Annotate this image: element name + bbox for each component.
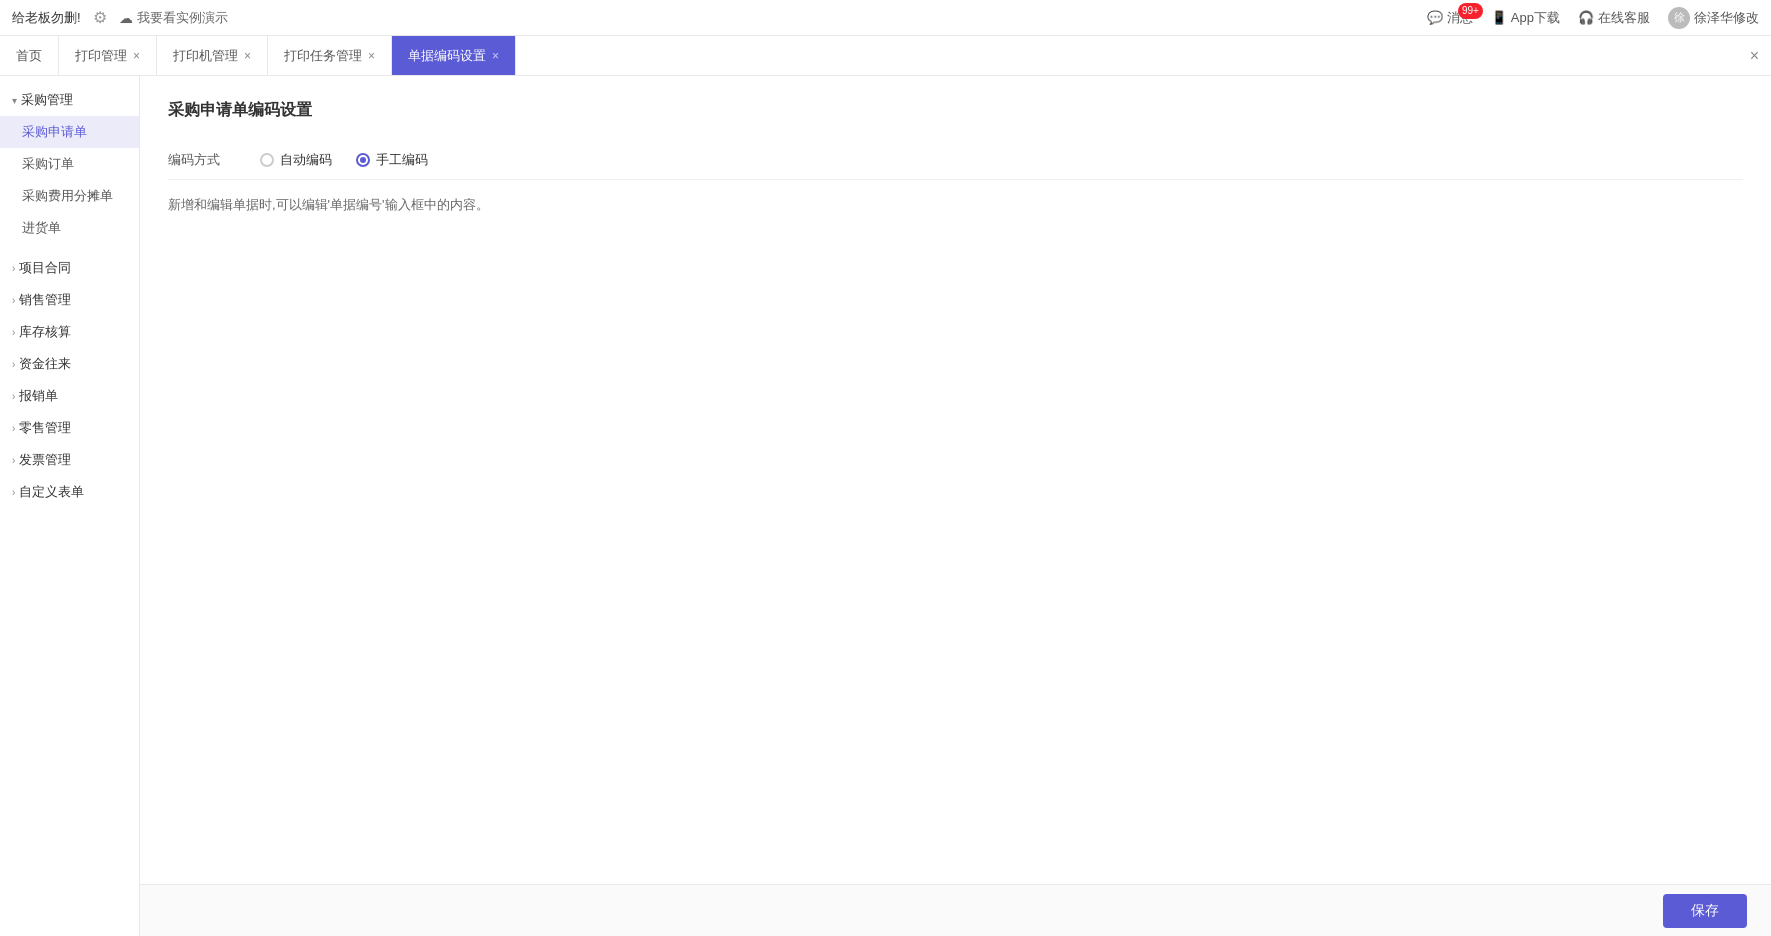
tab-bar: 首页 打印管理 × 打印机管理 × 打印任务管理 × 单据编码设置 × × [0, 36, 1771, 76]
tab-print-task-close[interactable]: × [368, 49, 375, 63]
app-title: 给老板勿删! [12, 9, 81, 27]
chevron-right-icon: › [12, 423, 15, 434]
radio-auto-circle [260, 153, 274, 167]
chevron-down-icon: ▾ [12, 95, 17, 106]
sidebar-group-capital-label: 资金往来 [19, 355, 71, 373]
sidebar-item-stock-in[interactable]: 进货单 [0, 212, 139, 244]
demo-link[interactable]: ☁ 我要看实例演示 [119, 9, 228, 27]
save-button[interactable]: 保存 [1663, 894, 1747, 928]
tab-end-close[interactable]: × [1750, 36, 1771, 75]
sidebar-group-return-label: 报销单 [19, 387, 58, 405]
sidebar-group-inventory-label: 库存核算 [19, 323, 71, 341]
footer-bar: 保存 [140, 884, 1771, 936]
settings-icon[interactable]: ⚙ [93, 8, 107, 27]
sidebar-group-capital[interactable]: › 资金往来 [0, 348, 139, 380]
sidebar-item-purchase-expense-label: 采购费用分摊单 [22, 188, 113, 203]
chevron-right-icon: › [12, 391, 15, 402]
tab-single-code-settings-label: 单据编码设置 [408, 47, 486, 65]
user-name: 徐泽华修改 [1694, 9, 1759, 27]
content-area: 采购申请单编码设置 编码方式 自动编码 手工编码 新增和编辑单据时,可以编辑'单… [140, 76, 1771, 936]
cloud-icon: ☁ [119, 10, 133, 26]
message-button[interactable]: 💬 消息 99+ [1427, 9, 1473, 27]
tab-print-task-label: 打印任务管理 [284, 47, 362, 65]
radio-manual-circle [356, 153, 370, 167]
tab-print-manage-close[interactable]: × [133, 49, 140, 63]
tab-print-task[interactable]: 打印任务管理 × [268, 36, 392, 75]
content-inner: 采购申请单编码设置 编码方式 自动编码 手工编码 新增和编辑单据时,可以编辑'单… [140, 76, 1771, 884]
page-title: 采购申请单编码设置 [168, 100, 1743, 121]
sidebar-item-purchase-request[interactable]: 采购申请单 [0, 116, 139, 148]
tab-single-code-settings[interactable]: 单据编码设置 × [392, 36, 516, 75]
sidebar-group-invoice-label: 发票管理 [19, 451, 71, 469]
tab-home-label: 首页 [16, 47, 42, 65]
radio-auto-label: 自动编码 [280, 151, 332, 169]
radio-auto-encoding[interactable]: 自动编码 [260, 151, 332, 169]
sidebar-group-project-contract-label: 项目合同 [19, 259, 71, 277]
message-icon: 💬 [1427, 10, 1443, 25]
hint-text: 新增和编辑单据时,可以编辑'单据编号'输入框中的内容。 [168, 196, 1743, 214]
sidebar-group-inventory[interactable]: › 库存核算 [0, 316, 139, 348]
sidebar-item-purchase-order-label: 采购订单 [22, 156, 74, 171]
tab-home[interactable]: 首页 [0, 36, 59, 75]
tab-single-code-settings-close[interactable]: × [492, 49, 499, 63]
top-bar: 给老板勿删! ⚙ ☁ 我要看实例演示 💬 消息 99+ 📱 App下载 🎧 在线… [0, 0, 1771, 36]
close-all-icon[interactable]: × [1750, 47, 1759, 65]
user-menu[interactable]: 徐 徐泽华修改 [1668, 7, 1759, 29]
sidebar-group-custom-form[interactable]: › 自定义表单 [0, 476, 139, 508]
tab-print-manage[interactable]: 打印管理 × [59, 36, 157, 75]
sidebar-group-invoice[interactable]: › 发票管理 [0, 444, 139, 476]
message-badge: 99+ [1458, 3, 1483, 19]
tab-printer-manage-close[interactable]: × [244, 49, 251, 63]
top-bar-left: 给老板勿删! ⚙ ☁ 我要看实例演示 [12, 8, 228, 27]
app-download-button[interactable]: 📱 App下载 [1491, 9, 1560, 27]
chevron-right-icon: › [12, 327, 15, 338]
sidebar-group-retail-label: 零售管理 [19, 419, 71, 437]
chevron-right-icon: › [12, 455, 15, 466]
demo-label: 我要看实例演示 [137, 9, 228, 27]
chevron-right-icon: › [12, 263, 15, 274]
sidebar-item-purchase-expense[interactable]: 采购费用分摊单 [0, 180, 139, 212]
encoding-radio-group: 自动编码 手工编码 [260, 151, 428, 169]
top-bar-right: 💬 消息 99+ 📱 App下载 🎧 在线客服 徐 徐泽华修改 [1427, 7, 1759, 29]
sidebar-item-purchase-order[interactable]: 采购订单 [0, 148, 139, 180]
online-service-button[interactable]: 🎧 在线客服 [1578, 9, 1650, 27]
sidebar-group-return[interactable]: › 报销单 [0, 380, 139, 412]
sidebar-group-sales-manage-label: 销售管理 [19, 291, 71, 309]
app-download-icon: 📱 [1491, 10, 1507, 25]
main-layout: ▾ 采购管理 采购申请单 采购订单 采购费用分摊单 进货单 › 项目合同 › 销… [0, 76, 1771, 936]
tab-print-manage-label: 打印管理 [75, 47, 127, 65]
sidebar-group-custom-form-label: 自定义表单 [19, 483, 84, 501]
online-service-icon: 🎧 [1578, 10, 1594, 25]
sidebar-group-purchase: ▾ 采购管理 采购申请单 采购订单 采购费用分摊单 进货单 [0, 76, 139, 252]
sidebar-group-purchase-title[interactable]: ▾ 采购管理 [0, 84, 139, 116]
sidebar-item-stock-in-label: 进货单 [22, 220, 61, 235]
chevron-right-icon: › [12, 359, 15, 370]
tab-printer-manage[interactable]: 打印机管理 × [157, 36, 268, 75]
radio-manual-encoding[interactable]: 手工编码 [356, 151, 428, 169]
sidebar: ▾ 采购管理 采购申请单 采购订单 采购费用分摊单 进货单 › 项目合同 › 销… [0, 76, 140, 936]
encoding-row: 编码方式 自动编码 手工编码 [168, 141, 1743, 180]
sidebar-group-purchase-label: 采购管理 [21, 91, 73, 109]
online-service-label: 在线客服 [1598, 9, 1650, 27]
chevron-right-icon: › [12, 295, 15, 306]
sidebar-group-project-contract[interactable]: › 项目合同 [0, 252, 139, 284]
sidebar-group-sales-manage[interactable]: › 销售管理 [0, 284, 139, 316]
radio-manual-label: 手工编码 [376, 151, 428, 169]
encoding-label: 编码方式 [168, 151, 228, 169]
avatar: 徐 [1668, 7, 1690, 29]
sidebar-group-retail[interactable]: › 零售管理 [0, 412, 139, 444]
sidebar-item-purchase-request-label: 采购申请单 [22, 124, 87, 139]
chevron-right-icon: › [12, 487, 15, 498]
tab-printer-manage-label: 打印机管理 [173, 47, 238, 65]
app-download-label: App下载 [1511, 9, 1560, 27]
